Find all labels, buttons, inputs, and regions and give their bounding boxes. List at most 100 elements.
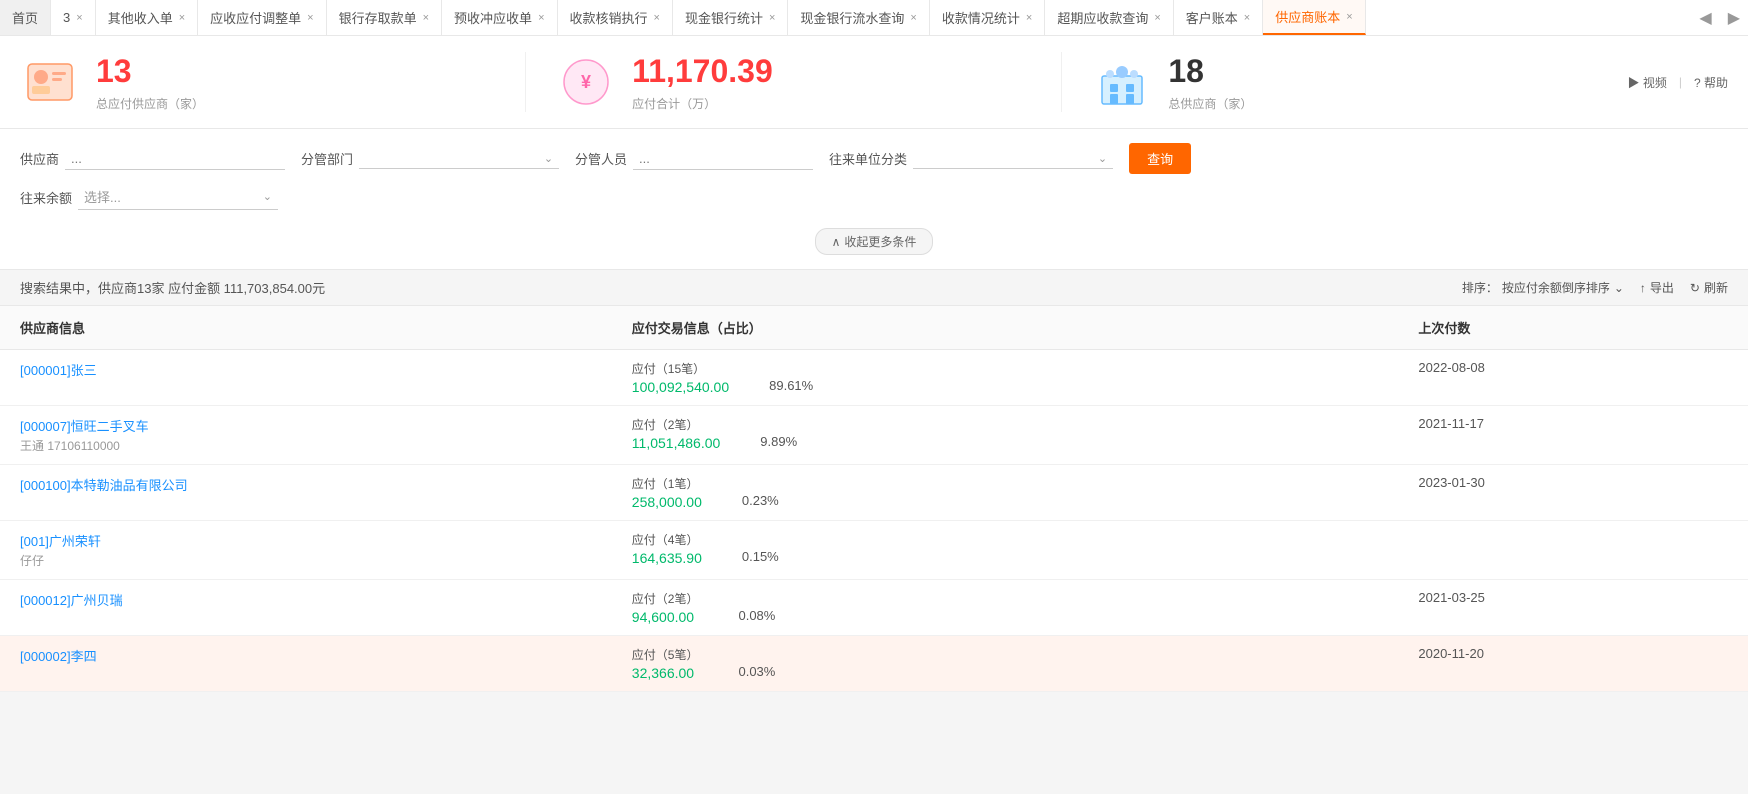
nav-item-overdue-ar[interactable]: 超期应收款查询× [1045, 0, 1173, 35]
filter-row-2: 往来余额 选择... ⌄ [20, 184, 1728, 210]
nav-close-cash-bank-query[interactable]: × [910, 12, 916, 24]
sort-value: 按应付余额倒序排序 [1502, 279, 1610, 296]
person-input[interactable] [633, 148, 813, 170]
nav-item-bank-deposit[interactable]: 银行存取款单× [327, 0, 442, 35]
nav-close-customer-ledger[interactable]: × [1244, 12, 1250, 24]
nav-item-ar-ap-adjust[interactable]: 应收应付调整单× [198, 0, 326, 35]
supplier-label: 供应商 [20, 149, 59, 168]
supplier-sub: 王通 17106110000 [20, 437, 592, 454]
table-area: 供应商信息 应付交易信息（占比） 上次付数 [000001]张三 应付（15笔）… [0, 306, 1748, 692]
nav-item-home[interactable]: 首页 [0, 0, 51, 35]
pay-amount: 164,635.90 [632, 550, 702, 566]
video-link[interactable]: ▶ 视频 [1627, 74, 1666, 91]
nav-close-receipt-stat[interactable]: × [1026, 12, 1032, 24]
pay-label: 应付（5笔） [632, 646, 699, 663]
table-scroll[interactable]: 供应商信息 应付交易信息（占比） 上次付数 [000001]张三 应付（15笔）… [0, 306, 1748, 692]
table-row: [000001]张三 应付（15笔） 100,092,540.00 89.61%… [0, 350, 1748, 406]
card1-number: 13 [96, 52, 204, 90]
person-filter: 分管人员 [575, 148, 813, 170]
supplier-input[interactable] [65, 148, 285, 170]
table-row: [000002]李四 应付（5笔） 32,366.00 0.03% 2020-1… [0, 636, 1748, 692]
card2-label: 应付合计（万） [632, 95, 773, 112]
nav-close-tab3[interactable]: × [76, 12, 82, 24]
nav-close-other-income[interactable]: × [179, 12, 185, 24]
col-last-pay: 上次付数 [1398, 306, 1748, 350]
nav-close-cash-bank-stat[interactable]: × [769, 12, 775, 24]
table-header: 供应商信息 应付交易信息（占比） 上次付数 [0, 306, 1748, 350]
nav-prev-button[interactable]: ◀ [1691, 8, 1719, 28]
balance-chevron-icon: ⌄ [263, 190, 272, 203]
balance-filter: 往来余额 选择... ⌄ [20, 184, 278, 210]
nav-item-cash-bank-stat[interactable]: 现金银行统计× [673, 0, 788, 35]
pay-percent: 0.23% [742, 493, 779, 508]
supplier-link[interactable]: [000012]广州贝瑞 [20, 593, 123, 608]
pay-percent: 0.08% [738, 608, 775, 623]
pay-percent: 0.03% [738, 664, 775, 679]
search-button[interactable]: 查询 [1129, 143, 1191, 174]
nav-next-button[interactable]: ▶ [1720, 8, 1748, 28]
category-chevron-icon: ⌄ [1098, 152, 1107, 165]
transaction-cell: 应付（2笔） 94,600.00 0.08% [612, 580, 1399, 635]
summary-area: 13 总应付供应商（家） ¥ 11,170.39 应付合计（万） [0, 36, 1748, 129]
nav-item-customer-ledger[interactable]: 客户账本× [1174, 0, 1263, 35]
dept-chevron-icon: ⌄ [544, 152, 553, 165]
supplier-link[interactable]: [000001]张三 [20, 363, 97, 378]
nav-item-other-income[interactable]: 其他收入单× [96, 0, 198, 35]
balance-select[interactable]: 选择... ⌄ [78, 184, 278, 210]
dept-filter: 分管部门 ⌄ [301, 149, 559, 169]
supplier-link[interactable]: [000007]恒旺二手叉车 [20, 419, 149, 434]
nav-item-receipt-verify[interactable]: 收款核销执行× [558, 0, 673, 35]
nav-close-receipt-verify[interactable]: × [654, 12, 660, 24]
supplier-link[interactable]: [000100]本特勒油品有限公司 [20, 478, 188, 493]
nav-item-supplier-ledger[interactable]: 供应商账本× [1263, 0, 1365, 35]
card1-icon [20, 52, 80, 112]
balance-select-text: 选择... [84, 187, 263, 206]
collapse-button[interactable]: ∧ 收起更多条件 [815, 228, 934, 255]
last-pay-cell: 2021-03-25 [1398, 580, 1748, 636]
transaction-cell: 应付（15笔） 100,092,540.00 89.61% [612, 350, 1399, 405]
nav-item-cash-bank-query[interactable]: 现金银行流水查询× [788, 0, 929, 35]
card2-content: 11,170.39 应付合计（万） [632, 52, 773, 111]
transaction-cell: 应付（4笔） 164,635.90 0.15% [612, 521, 1399, 576]
nav-item-tab3[interactable]: 3× [51, 0, 96, 35]
supplier-cell: [000012]广州贝瑞 [0, 580, 612, 636]
pay-percent: 0.15% [742, 549, 779, 564]
sort-select[interactable]: 排序： 按应付余额倒序排序 ⌄ [1462, 279, 1624, 296]
pay-label: 应付（1笔） [632, 475, 702, 492]
card3-number: 18 [1168, 52, 1252, 90]
col-transaction: 应付交易信息（占比） [612, 306, 1399, 350]
nav-arrows: ◀ ▶ [1691, 8, 1748, 28]
nav-close-bank-deposit[interactable]: × [423, 12, 429, 24]
export-button[interactable]: ↑ 导出 [1640, 279, 1674, 296]
nav-close-pre-ar[interactable]: × [538, 12, 544, 24]
dept-select[interactable]: ⌄ [359, 149, 559, 169]
supplier-filter: 供应商 [20, 148, 285, 170]
supplier-link[interactable]: [001]广州荣轩 [20, 534, 101, 549]
video-icon: ▶ [1627, 76, 1639, 90]
help-link[interactable]: ? 帮助 [1694, 74, 1728, 91]
supplier-cell: [000100]本特勒油品有限公司 [0, 465, 612, 521]
col-supplier: 供应商信息 [0, 306, 612, 350]
nav-bar: 首页3×其他收入单×应收应付调整单×银行存取款单×预收冲应收单×收款核销执行×现… [0, 0, 1748, 36]
pay-amount: 94,600.00 [632, 609, 699, 625]
last-pay-cell [1398, 521, 1748, 580]
balance-label: 往来余额 [20, 188, 72, 207]
refresh-button[interactable]: ↻ 刷新 [1690, 279, 1728, 296]
nav-close-overdue-ar[interactable]: × [1154, 12, 1160, 24]
collapse-icon: ∧ [832, 235, 841, 249]
pay-percent: 89.61% [769, 378, 813, 393]
sort-chevron-icon: ⌄ [1614, 281, 1624, 295]
category-select[interactable]: ⌄ [913, 149, 1113, 169]
supplier-link[interactable]: [000002]李四 [20, 649, 97, 664]
nav-item-pre-ar[interactable]: 预收冲应收单× [442, 0, 557, 35]
transaction-cell: 应付（5笔） 32,366.00 0.03% [612, 636, 1399, 691]
sort-label: 排序： [1462, 279, 1498, 296]
dept-label: 分管部门 [301, 149, 353, 168]
table-row: [000012]广州贝瑞 应付（2笔） 94,600.00 0.08% 2021… [0, 580, 1748, 636]
pay-label: 应付（2笔） [632, 416, 721, 433]
nav-close-ar-ap-adjust[interactable]: × [307, 12, 313, 24]
nav-item-receipt-stat[interactable]: 收款情况统计× [930, 0, 1045, 35]
nav-close-supplier-ledger[interactable]: × [1346, 11, 1352, 23]
table-row: [000100]本特勒油品有限公司 应付（1笔） 258,000.00 0.23… [0, 465, 1748, 521]
table-row: [000007]恒旺二手叉车王通 17106110000 应付（2笔） 11,0… [0, 406, 1748, 465]
